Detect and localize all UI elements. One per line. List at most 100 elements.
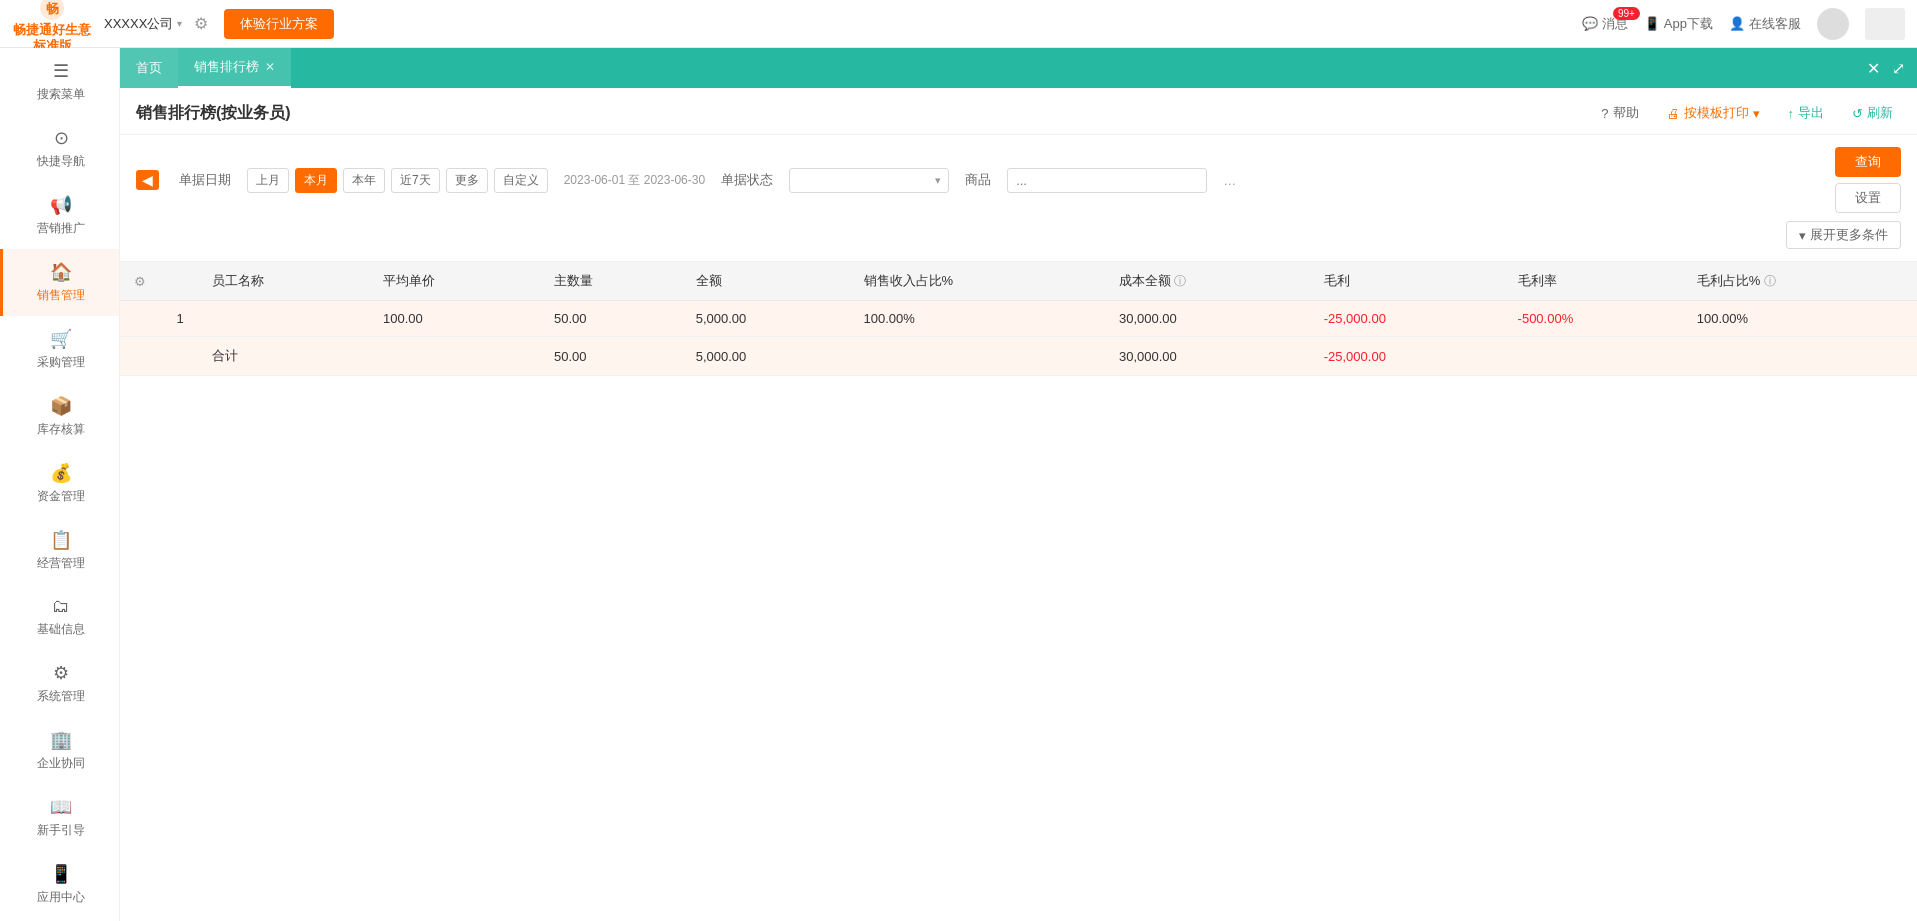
cost-info-icon[interactable]: ⓘ xyxy=(1174,273,1186,290)
status-select[interactable] xyxy=(789,168,949,193)
message-icon: 💬 xyxy=(1582,16,1598,31)
page-actions: ? 帮助 🖨 按模板打印 ▾ ↑ 导出 ↺ 刷新 xyxy=(1593,100,1901,126)
help-btn[interactable]: ? 帮助 xyxy=(1593,100,1646,126)
sidebar-item-sales[interactable]: 🏠 销售管理 xyxy=(0,249,119,316)
th-profit-rate: 毛利率 xyxy=(1506,262,1685,301)
data-table: ⚙ 员工名称 平均单价 主数量 xyxy=(120,262,1917,376)
tf-profit-pct xyxy=(1685,337,1917,376)
basic-icon: 🗂 xyxy=(52,596,70,617)
tab-bar: 首页 销售排行榜 ✕ ✕ ⤢ xyxy=(120,48,1917,88)
enterprise-icon: 🏢 xyxy=(50,729,72,751)
app-download-icon: 📱 xyxy=(1644,16,1660,31)
date-btn-this-year[interactable]: 本年 xyxy=(343,168,385,193)
td-amount: 5,000.00 xyxy=(684,301,852,337)
refresh-icon: ↺ xyxy=(1852,106,1863,121)
sidebar-item-appstore[interactable]: 📱 应用中心 xyxy=(0,851,119,918)
sidebar-item-system[interactable]: ⚙ 系统管理 xyxy=(0,650,119,717)
user-name-placeholder[interactable] xyxy=(1865,8,1905,40)
sidebar-item-purchase[interactable]: 🛒 采购管理 xyxy=(0,316,119,383)
template-print-btn[interactable]: 🖨 按模板打印 ▾ xyxy=(1659,100,1768,126)
column-settings-icon[interactable]: ⚙ xyxy=(134,274,146,289)
company-name: XXXXX公司 xyxy=(104,15,173,33)
export-btn[interactable]: ↑ 导出 xyxy=(1780,100,1833,126)
sidebar-item-guide[interactable]: 📖 新手引导 xyxy=(0,784,119,851)
sidebar-item-quicknav[interactable]: ⊙ 快捷导航 xyxy=(0,115,119,182)
query-btn[interactable]: 查询 xyxy=(1835,147,1901,177)
filter-row-1: ◀ 单据日期 上月 本月 本年 近7天 更多 自定义 2023-06-01 至 … xyxy=(136,147,1901,213)
tf-amount: 5,000.00 xyxy=(684,337,852,376)
logo-icon: 畅 xyxy=(34,0,70,22)
tab-sales-rank[interactable]: 销售排行榜 ✕ xyxy=(178,48,291,88)
td-profit-rate: -500.00% xyxy=(1506,301,1685,337)
sidebar-item-marketing[interactable]: 📢 营销推广 xyxy=(0,182,119,249)
filter-collapse-icon[interactable]: ◀ xyxy=(136,170,159,190)
date-btn-more[interactable]: 更多 xyxy=(446,168,488,193)
appstore-icon: 📱 xyxy=(50,863,72,885)
table-footer-row: 合计 50.00 5,000.00 30,000.00 -25,000.00 xyxy=(120,337,1917,376)
td-avg-price: 100.00 xyxy=(371,301,542,337)
date-btn-this-month[interactable]: 本月 xyxy=(295,168,337,193)
sidebar-item-search[interactable]: ☰ 搜索菜单 xyxy=(0,48,119,115)
th-cost-amount: 成本全额 ⓘ xyxy=(1107,262,1312,301)
user-avatar[interactable] xyxy=(1817,8,1849,40)
operations-icon: 📋 xyxy=(50,529,72,551)
tf-profit: -25,000.00 xyxy=(1312,337,1506,376)
date-label: 单据日期 xyxy=(179,171,231,189)
top-bar-right: 💬 消息 99+ 📱 App下载 👤 在线客服 xyxy=(1582,8,1905,40)
table-header-row: ⚙ 员工名称 平均单价 主数量 xyxy=(120,262,1917,301)
th-profit: 毛利 xyxy=(1312,262,1506,301)
th-avg-price: 平均单价 xyxy=(371,262,542,301)
export-icon: ↑ xyxy=(1788,106,1795,121)
goods-input[interactable] xyxy=(1007,168,1207,193)
tab-bar-actions: ✕ ⤢ xyxy=(1867,59,1917,78)
company-selector[interactable]: XXXXX公司 ▾ xyxy=(104,15,182,33)
expand-more-icon: ▾ xyxy=(1799,228,1806,243)
quicknav-icon: ⊙ xyxy=(54,127,69,149)
settings-btn[interactable]: 设置 xyxy=(1835,183,1901,213)
app-logo: 畅 畅捷通好生意 标准版 xyxy=(12,0,92,53)
sidebar-item-finance[interactable]: 💰 资金管理 xyxy=(0,450,119,517)
messages-btn[interactable]: 💬 消息 99+ xyxy=(1582,15,1628,33)
trial-btn[interactable]: 体验行业方案 xyxy=(224,9,334,39)
status-select-wrap xyxy=(789,168,949,193)
td-rank: 1 xyxy=(160,301,200,337)
system-icon: ⚙ xyxy=(53,662,69,684)
sidebar-item-enterprise[interactable]: 🏢 企业协同 xyxy=(0,717,119,784)
svg-text:畅: 畅 xyxy=(46,1,59,16)
online-service-btn[interactable]: 👤 在线客服 xyxy=(1729,15,1801,33)
tab-close-all-icon[interactable]: ✕ xyxy=(1867,59,1880,78)
sidebar-item-operations[interactable]: 📋 经营管理 xyxy=(0,517,119,584)
sales-icon: 🏠 xyxy=(50,261,72,283)
date-range-display: 2023-06-01 至 2023-06-30 xyxy=(564,172,705,189)
tab-expand-icon[interactable]: ⤢ xyxy=(1892,59,1905,78)
filter-collapse-toggle[interactable]: ◀ xyxy=(136,170,159,190)
page-title: 销售排行榜(按业务员) xyxy=(136,103,291,124)
td-profit: -25,000.00 xyxy=(1312,301,1506,337)
tab-home[interactable]: 首页 xyxy=(120,48,178,88)
date-btn-custom[interactable]: 自定义 xyxy=(494,168,548,193)
filter-area: ◀ 单据日期 上月 本月 本年 近7天 更多 自定义 2023-06-01 至 … xyxy=(120,135,1917,262)
expand-more-btn[interactable]: ▾ 展开更多条件 xyxy=(1786,221,1901,249)
tf-avg-price xyxy=(371,337,542,376)
tab-sales-rank-close-icon[interactable]: ✕ xyxy=(265,60,275,74)
company-settings-icon[interactable]: ⚙ xyxy=(194,14,208,33)
sidebar-item-basic[interactable]: 🗂 基础信息 xyxy=(0,584,119,650)
goods-more-icon[interactable]: … xyxy=(1223,173,1236,188)
th-employee-name: 员工名称 xyxy=(200,262,371,301)
tf-sales-pct xyxy=(852,337,1107,376)
guide-icon: 📖 xyxy=(50,796,72,818)
app-download-btn[interactable]: 📱 App下载 xyxy=(1644,15,1713,33)
sidebar-item-inventory[interactable]: 📦 库存核算 xyxy=(0,383,119,450)
date-btn-7days[interactable]: 近7天 xyxy=(391,168,440,193)
table-wrap: ⚙ 员工名称 平均单价 主数量 xyxy=(120,262,1917,921)
profit-pct-info-icon[interactable]: ⓘ xyxy=(1764,274,1776,288)
td-main-qty: 50.00 xyxy=(542,301,684,337)
date-btn-last-month[interactable]: 上月 xyxy=(247,168,289,193)
refresh-btn[interactable]: ↺ 刷新 xyxy=(1844,100,1901,126)
td-cost-amount: 30,000.00 xyxy=(1107,301,1312,337)
filter-expand-row: ▾ 展开更多条件 xyxy=(136,221,1901,249)
app-download-label: App下载 xyxy=(1664,15,1713,33)
inventory-icon: 📦 xyxy=(50,395,72,417)
table-row: 1 100.00 50.00 xyxy=(120,301,1917,337)
page-header: 销售排行榜(按业务员) ? 帮助 🖨 按模板打印 ▾ ↑ 导出 xyxy=(120,88,1917,135)
